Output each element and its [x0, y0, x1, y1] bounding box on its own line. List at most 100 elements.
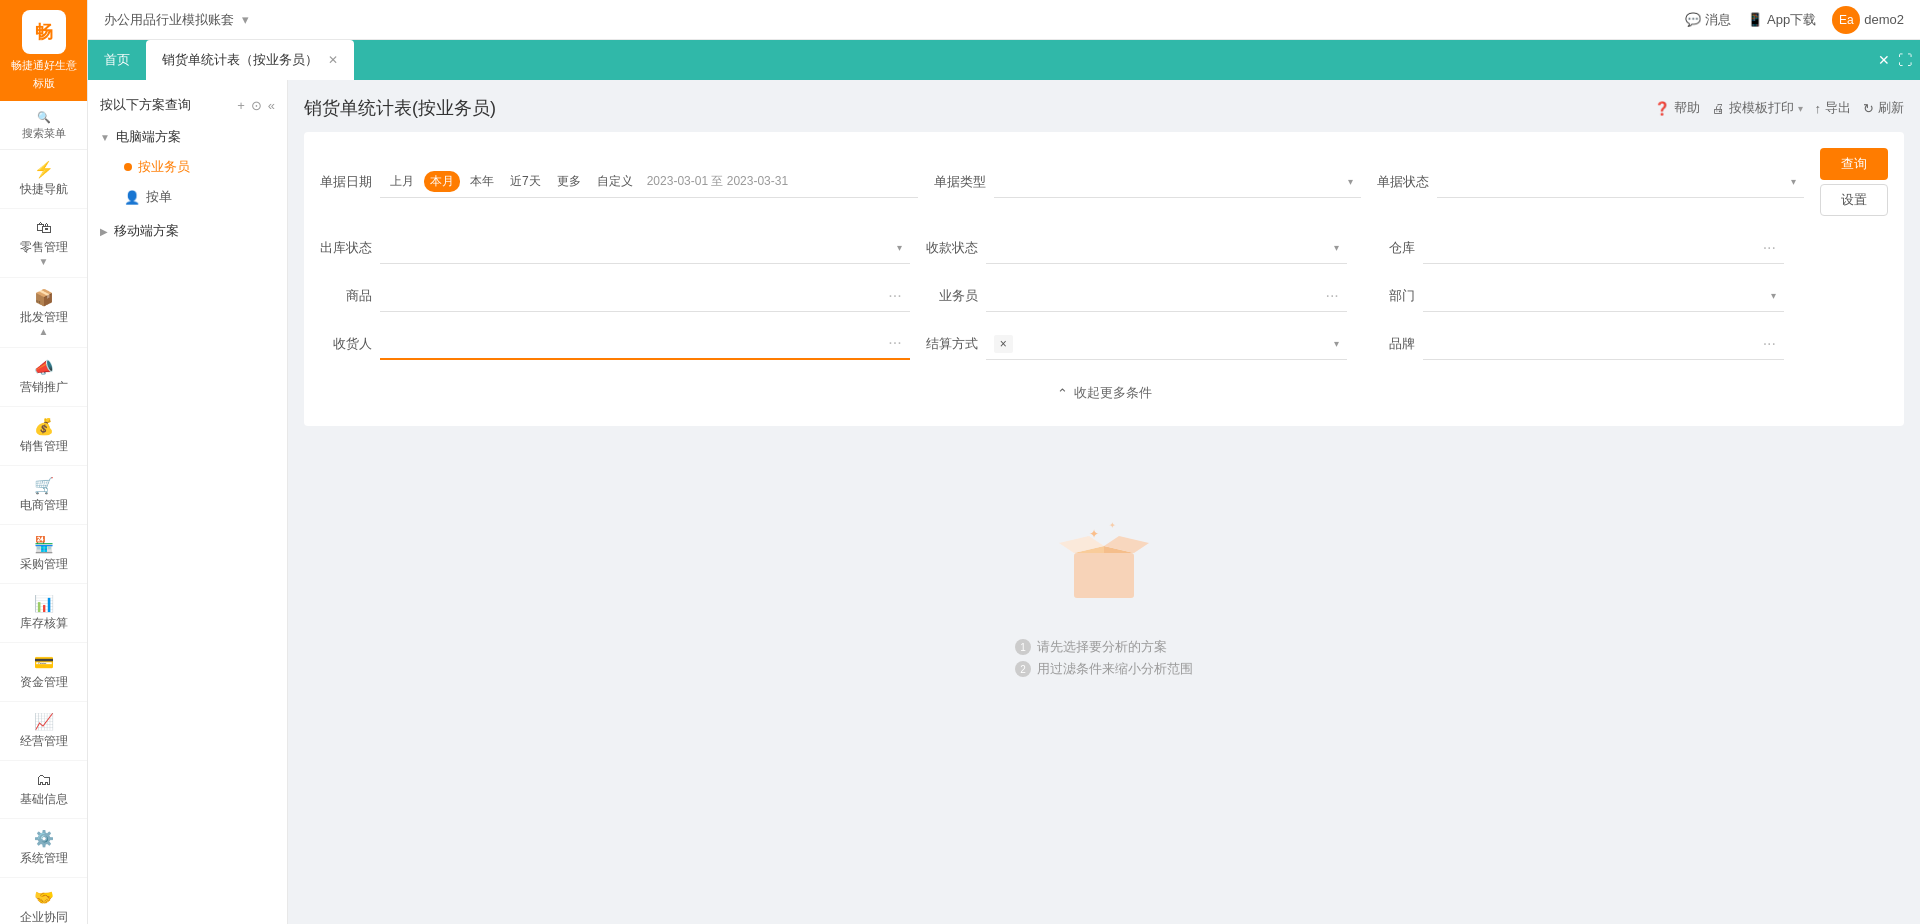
docstatus-select[interactable]: ▾ — [1437, 166, 1804, 198]
topbar: 办公用品行业模拟账套 ▾ 💬 消息 📱 App下载 Ea demo2 — [88, 0, 1920, 40]
sidebar-search[interactable]: 🔍 搜索菜单 — [0, 101, 87, 150]
sidebar-item-purchase[interactable]: 🏪 采购管理 — [0, 525, 87, 584]
search-icon: 🔍 — [37, 111, 51, 124]
account-name: 办公用品行业模拟账套 — [104, 11, 234, 29]
staff-select[interactable]: ··· — [986, 280, 1347, 312]
sidebar-item-ecommerce[interactable]: 🛒 电商管理 — [0, 466, 87, 525]
date-tab-thisyear[interactable]: 本年 — [464, 171, 500, 192]
date-input-group[interactable]: 上月 本月 本年 近7天 更多 自定义 2023-03-01 至 2023-03… — [380, 166, 918, 198]
tree-item-by-staff[interactable]: 按业务员 — [88, 152, 287, 182]
settings-button[interactable]: 设置 — [1820, 184, 1888, 216]
date-tab-7days[interactable]: 近7天 — [504, 171, 547, 192]
action-buttons: 查询 设置 — [1820, 148, 1888, 216]
date-tab-custom[interactable]: 自定义 — [591, 171, 639, 192]
sidebar: 畅 畅捷通好生意 标版 🔍 搜索菜单 ⚡ 快捷导航 🛍 零售管理 ▼ 📦 批发管… — [0, 0, 88, 924]
query-button[interactable]: 查询 — [1820, 148, 1888, 180]
sidebar-item-quicknav[interactable]: ⚡ 快捷导航 — [0, 150, 87, 209]
export-btn[interactable]: ↑ 导出 — [1815, 99, 1852, 117]
retail-arrow: ▼ — [39, 256, 49, 267]
user-menu[interactable]: Ea demo2 — [1832, 6, 1904, 34]
payment-select[interactable]: × ▾ — [986, 328, 1347, 360]
sidebar-item-basic[interactable]: 🗂 基础信息 — [0, 761, 87, 819]
empty-state: ✦ ✦ 1 请先选择要分析的方案 2 用过滤条件来缩小分析范围 — [304, 438, 1904, 742]
filter-dept-group: 部门 ▾ — [1363, 280, 1784, 312]
sidebar-item-corp[interactable]: 🤝 企业协同 — [0, 878, 87, 924]
add-scheme-icon[interactable]: + — [237, 98, 245, 113]
filter-row-3: 商品 ··· 业务员 ··· 部门 — [320, 280, 1888, 312]
system-label: 系统管理 — [20, 850, 68, 867]
search-label: 搜索菜单 — [22, 126, 66, 141]
tab-home-label: 首页 — [104, 51, 130, 69]
collapse-filters-btn[interactable]: ⌃ 收起更多条件 — [320, 376, 1888, 410]
filter-doctype-group: 单据类型 ▾ — [934, 166, 1361, 198]
maximize-icon[interactable]: ⛶ — [1898, 52, 1912, 68]
receiver-input[interactable]: ··· — [380, 328, 910, 360]
avatar: Ea — [1832, 6, 1860, 34]
filter-date-group: 单据日期 上月 本月 本年 近7天 更多 自定义 2023-03-01 至 20… — [320, 166, 918, 198]
tree-item-by-order[interactable]: 👤 按单 — [88, 182, 287, 212]
quicknav-icon: ⚡ — [34, 160, 54, 179]
tree-item-desktop[interactable]: ▼ 电脑端方案 — [88, 122, 287, 152]
username: demo2 — [1864, 12, 1904, 27]
sidebar-item-sales[interactable]: 💰 销售管理 — [0, 407, 87, 466]
brand-select[interactable]: ··· — [1423, 328, 1784, 360]
empty-hint-1: 1 请先选择要分析的方案 — [1015, 638, 1193, 656]
sidebar-item-wholesale[interactable]: 📦 批发管理 ▲ — [0, 278, 87, 348]
tab-close-icon[interactable]: ✕ — [328, 53, 338, 67]
logo-icon: 畅 — [22, 10, 66, 54]
close-window-icon[interactable]: ✕ — [1878, 52, 1890, 68]
person-icon: 👤 — [124, 190, 140, 205]
outstatus-select[interactable]: ▾ — [380, 232, 910, 264]
paystatus-select[interactable]: ▾ — [986, 232, 1347, 264]
collapse-panel-icon[interactable]: « — [268, 98, 275, 113]
inventory-icon: 📊 — [34, 594, 54, 613]
paystatus-label: 收款状态 — [926, 239, 986, 257]
tab-sales-stat-label: 销货单统计表（按业务员） — [162, 51, 318, 69]
outstatus-label: 出库状态 — [320, 239, 380, 257]
tab-sales-stat[interactable]: 销货单统计表（按业务员） ✕ — [146, 40, 354, 80]
sidebar-item-system[interactable]: ⚙️ 系统管理 — [0, 819, 87, 878]
date-range: 2023-03-01 至 2023-03-31 — [647, 173, 788, 190]
export-icon: ↑ — [1815, 101, 1822, 116]
tree-item-mobile[interactable]: ▶ 移动端方案 — [88, 216, 287, 246]
tab-maximize-area: ✕ ⛶ — [1878, 52, 1912, 68]
left-panel-title: 按以下方案查询 — [100, 96, 191, 114]
date-tab-more[interactable]: 更多 — [551, 171, 587, 192]
sidebar-item-operation[interactable]: 📈 经营管理 — [0, 702, 87, 761]
edit-scheme-icon[interactable]: ⊙ — [251, 98, 262, 113]
sidebar-item-marketing[interactable]: 📣 营销推广 — [0, 348, 87, 407]
goods-select[interactable]: ··· — [380, 280, 910, 312]
payment-tag-close-icon[interactable]: × — [1000, 337, 1007, 351]
message-btn[interactable]: 💬 消息 — [1685, 11, 1731, 29]
dropdown-arrow-icon[interactable]: ▾ — [242, 12, 249, 27]
app-download-btn[interactable]: 📱 App下载 — [1747, 11, 1816, 29]
dept-label: 部门 — [1363, 287, 1423, 305]
print-btn[interactable]: 🖨 按模板打印 ▾ — [1712, 99, 1803, 117]
topbar-left: 办公用品行业模拟账套 ▾ — [104, 11, 249, 29]
date-tab-lastmonth[interactable]: 上月 — [384, 171, 420, 192]
tree-expand-icon: ▼ — [100, 132, 110, 143]
filter-brand-group: 品牌 ··· — [1363, 328, 1784, 360]
sidebar-item-inventory[interactable]: 📊 库存核算 — [0, 584, 87, 643]
help-btn[interactable]: ❓ 帮助 — [1654, 99, 1700, 117]
refresh-btn[interactable]: ↻ 刷新 — [1863, 99, 1904, 117]
doctype-select[interactable]: ▾ — [994, 166, 1361, 198]
avatar-text: Ea — [1839, 13, 1854, 27]
basic-label: 基础信息 — [20, 791, 68, 808]
ecommerce-icon: 🛒 — [34, 476, 54, 495]
refresh-icon: ↻ — [1863, 101, 1874, 116]
payment-label: 结算方式 — [926, 335, 986, 353]
filter-row-1: 单据日期 上月 本月 本年 近7天 更多 自定义 2023-03-01 至 20… — [320, 148, 1888, 216]
warehouse-select[interactable]: ··· — [1423, 232, 1784, 264]
main-area: 办公用品行业模拟账套 ▾ 💬 消息 📱 App下载 Ea demo2 首页 — [88, 0, 1920, 924]
dept-select[interactable]: ▾ — [1423, 280, 1784, 312]
sidebar-item-finance[interactable]: 💳 资金管理 — [0, 643, 87, 702]
paystatus-arrow-icon: ▾ — [1334, 242, 1339, 253]
sidebar-item-retail[interactable]: 🛍 零售管理 ▼ — [0, 209, 87, 278]
tree-mobile-expand-icon: ▶ — [100, 226, 108, 237]
help-label: 帮助 — [1674, 99, 1700, 117]
payment-tag: × — [994, 335, 1013, 353]
date-tab-thismonth[interactable]: 本月 — [424, 171, 460, 192]
tree-item-by-staff-label: 按业务员 — [138, 158, 190, 176]
tab-home[interactable]: 首页 — [88, 40, 146, 80]
